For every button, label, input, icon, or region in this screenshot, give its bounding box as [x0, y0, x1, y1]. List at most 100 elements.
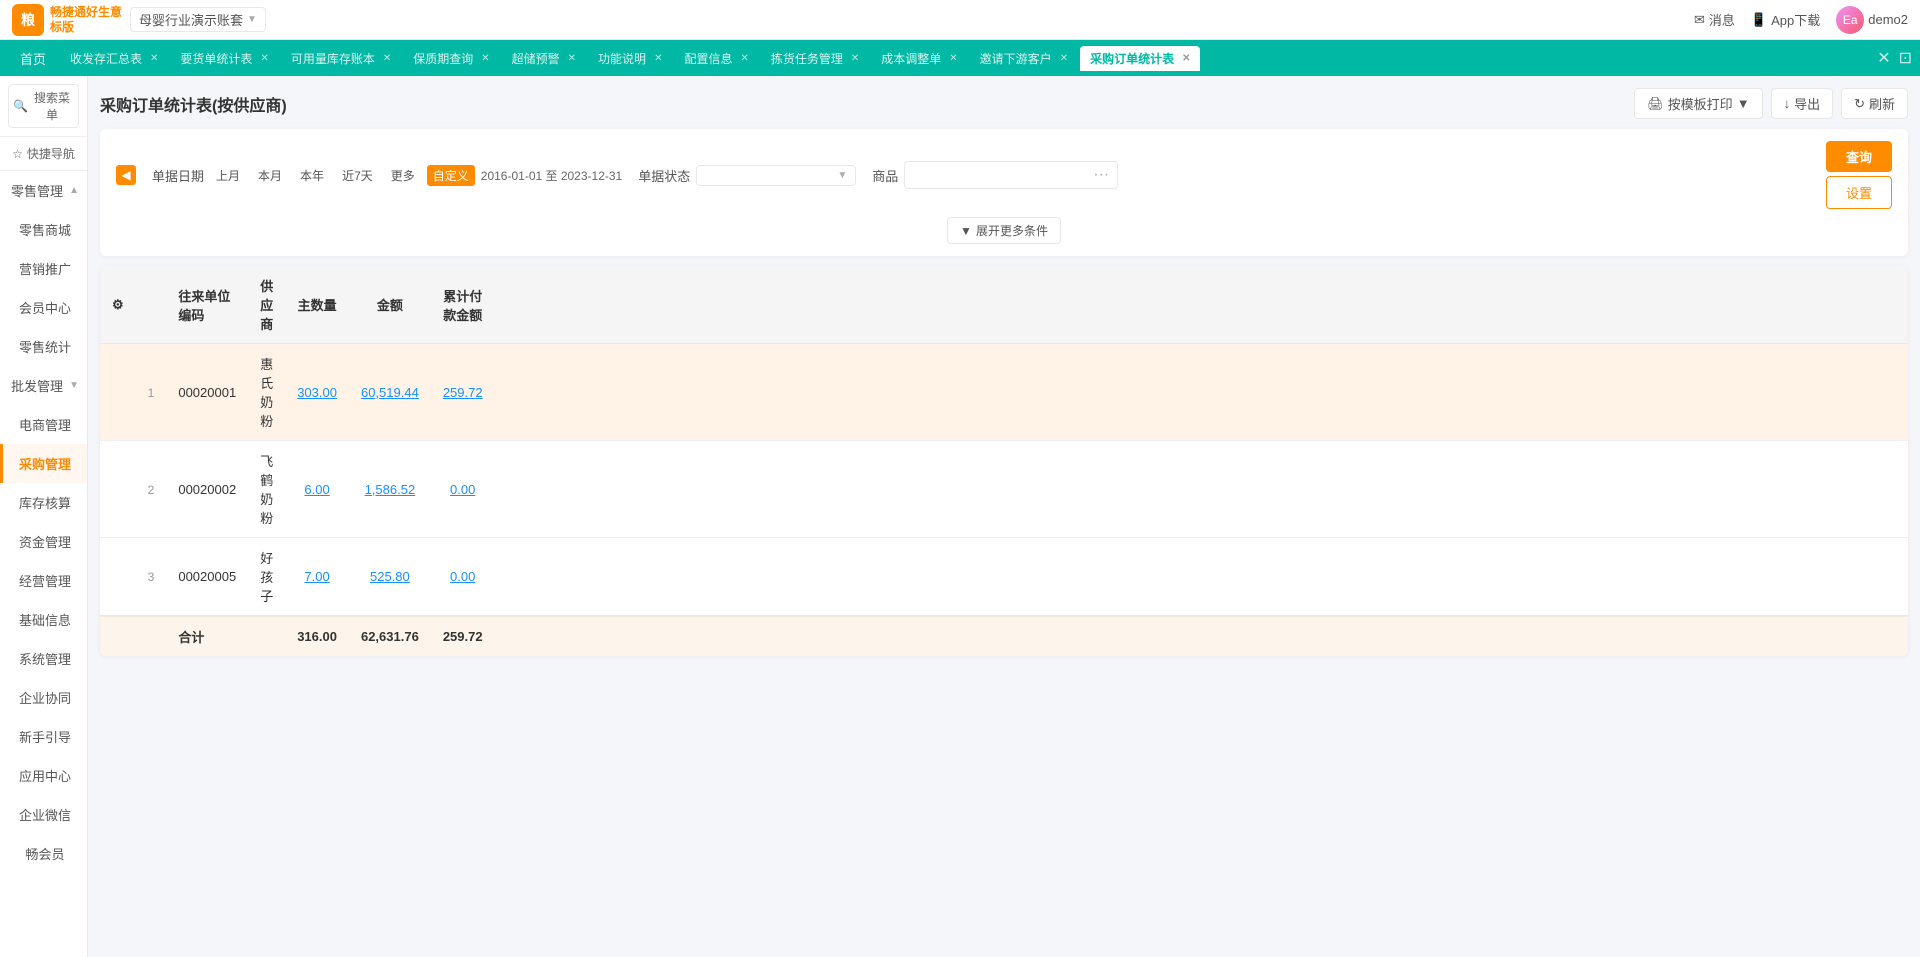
refresh-button[interactable]: ↻ 刷新 [1841, 88, 1908, 119]
setting-button[interactable]: 设置 [1826, 176, 1892, 209]
tab-home[interactable]: 首页 [8, 45, 58, 72]
td-quantity-1[interactable]: 303.00 [285, 344, 349, 441]
th-rownum [136, 266, 167, 344]
date-shortcut-7days[interactable]: 近7天 [336, 165, 379, 186]
sidebar-item-jingguanli[interactable]: 经营管理 [0, 561, 87, 600]
date-shortcut-last-month[interactable]: 上月 [210, 165, 246, 186]
tab-peizhi[interactable]: 配置信息 ✕ [674, 46, 758, 71]
date-shortcut-this-year[interactable]: 本年 [294, 165, 330, 186]
app-download-button[interactable]: 📱 App下载 [1751, 10, 1820, 29]
close-icon[interactable]: ✕ [568, 53, 576, 64]
message-icon: ✉ [1694, 12, 1705, 28]
close-window-icon[interactable]: ✕ [1877, 48, 1890, 68]
tab-chengben[interactable]: 成本调整单 ✕ [871, 46, 967, 71]
sidebar-item-pifaguanli[interactable]: 批发管理 ▼ [0, 366, 87, 405]
expand-row: ▼ 展开更多条件 [116, 217, 1892, 244]
td-paid-1[interactable]: 259.72 [431, 344, 495, 441]
td-paid-3[interactable]: 0.00 [431, 538, 495, 617]
td-supplier-3: 好孩子 [248, 538, 285, 617]
search-menu-button[interactable]: 🔍 搜索菜单 [8, 84, 79, 128]
sidebar-item-lingshoushutj[interactable]: 零售统计 [0, 327, 87, 366]
page-actions: 🖨 按模板打印 ▼ ↓ 导出 ↻ 刷新 [1634, 88, 1908, 119]
td-settings-3 [100, 538, 136, 617]
chevron-up-icon: ▲ [69, 185, 79, 196]
date-shortcut-more[interactable]: 更多 [385, 165, 421, 186]
export-icon: ↓ [1784, 96, 1791, 111]
user-profile[interactable]: Ea demo2 [1836, 6, 1908, 34]
close-icon[interactable]: ✕ [740, 53, 748, 64]
td-quantity-2[interactable]: 6.00 [285, 441, 349, 538]
sidebar-item-jichuxxinxi[interactable]: 基础信息 [0, 600, 87, 639]
table-row: 2 00020002 飞鹤奶粉 6.00 1,586.52 0.00 [100, 441, 1908, 538]
close-icon[interactable]: ✕ [481, 53, 489, 64]
td-paid-2[interactable]: 0.00 [431, 441, 495, 538]
sidebar-item-changhuyuan[interactable]: 畅会员 [0, 834, 87, 873]
sidebar-item-quick-nav[interactable]: ☆ 快捷导航 [0, 137, 87, 171]
message-button[interactable]: ✉ 消息 [1694, 10, 1735, 29]
td-extra-1 [495, 344, 1908, 441]
sidebar-item-lingshoushangcheng[interactable]: 零售商城 [0, 210, 87, 249]
sidebar-item-yingxiao[interactable]: 营销推广 [0, 249, 87, 288]
sidebar-item-kuchenheja[interactable]: 库存核算 [0, 483, 87, 522]
expand-more-button[interactable]: ▼ 展开更多条件 [947, 217, 1061, 244]
filter-actions: 查询 设置 [1826, 141, 1892, 209]
close-icon[interactable]: ✕ [150, 53, 158, 64]
sidebar-item-huiyuan[interactable]: 会员中心 [0, 288, 87, 327]
top-bar: 粮 畅捷通好生意 标版 母婴行业演示账套 ▼ ✉ 消息 📱 App下载 Ea d… [0, 0, 1920, 40]
export-button[interactable]: ↓ 导出 [1771, 88, 1834, 119]
goods-input[interactable]: ··· [904, 161, 1118, 189]
td-quantity-3[interactable]: 7.00 [285, 538, 349, 617]
workspace-selector[interactable]: 母婴行业演示账套 ▼ [130, 7, 266, 32]
td-settings-1 [100, 344, 136, 441]
status-select[interactable]: ▼ [696, 165, 856, 186]
date-label: 单据日期 [152, 166, 204, 185]
sidebar-item-qiyexietong[interactable]: 企业协同 [0, 678, 87, 717]
tab-yaoqing[interactable]: 邀请下游客户 ✕ [970, 46, 1078, 71]
download-icon: 📱 [1751, 12, 1767, 28]
filter-goods-item: 商品 ··· [872, 161, 1118, 189]
td-amount-3[interactable]: 525.80 [349, 538, 431, 617]
close-icon[interactable]: ✕ [654, 53, 662, 64]
date-shortcut-this-month[interactable]: 本月 [252, 165, 288, 186]
tab-shoufah[interactable]: 收发存汇总表 ✕ [60, 46, 168, 71]
tfoot-empty2 [136, 616, 167, 656]
close-icon[interactable]: ✕ [949, 53, 957, 64]
date-shortcut-custom[interactable]: 自定义 [427, 165, 475, 186]
th-code: 往来单位编码 [166, 266, 248, 344]
sidebar-item-xinshouyindao[interactable]: 新手引导 [0, 717, 87, 756]
settings-icon[interactable]: ⚙ [112, 297, 124, 312]
maximize-icon[interactable]: ⊡ [1899, 48, 1912, 68]
td-amount-1[interactable]: 60,519.44 [349, 344, 431, 441]
collapse-arrow[interactable]: ◀ [116, 165, 136, 185]
tab-gongneng[interactable]: 功能说明 ✕ [588, 46, 672, 71]
page-title: 采购订单统计表(按供应商) [100, 92, 287, 116]
sidebar-item-zijinguanli[interactable]: 资金管理 [0, 522, 87, 561]
top-bar-right: ✉ 消息 📱 App下载 Ea demo2 [1694, 6, 1908, 34]
close-icon[interactable]: ✕ [1060, 53, 1068, 64]
sidebar-item-caigouguanli[interactable]: 采购管理 [0, 444, 87, 483]
chevron-down-icon: ▼ [69, 380, 79, 391]
close-icon[interactable]: ✕ [851, 53, 859, 64]
goods-label: 商品 [872, 166, 898, 185]
status-chevron-icon: ▼ [837, 170, 847, 181]
tab-keyongliang[interactable]: 可用量库存账本 ✕ [281, 46, 401, 71]
goods-more-icon[interactable]: ··· [1093, 166, 1109, 184]
tab-chaochuyujing[interactable]: 超储预警 ✕ [502, 46, 586, 71]
td-supplier-2: 飞鹤奶粉 [248, 441, 285, 538]
query-button[interactable]: 查询 [1826, 141, 1892, 172]
print-button[interactable]: 🖨 按模板打印 ▼ [1634, 88, 1762, 119]
tab-yaohuo[interactable]: 要货单统计表 ✕ [170, 46, 278, 71]
tab-zhuohuo[interactable]: 拣货任务管理 ✕ [761, 46, 869, 71]
tab-caigou[interactable]: 采购订单统计表 ✕ [1080, 46, 1200, 71]
tab-baoguan[interactable]: 保质期查询 ✕ [403, 46, 499, 71]
sidebar-item-xitongguanli[interactable]: 系统管理 [0, 639, 87, 678]
close-icon[interactable]: ✕ [383, 53, 391, 64]
close-icon[interactable]: ✕ [260, 53, 268, 64]
sidebar-item-qiyewechat[interactable]: 企业微信 [0, 795, 87, 834]
logo-icon: 粮 [12, 4, 44, 36]
sidebar-item-yingyongzhongxin[interactable]: 应用中心 [0, 756, 87, 795]
close-icon[interactable]: ✕ [1182, 53, 1190, 64]
td-amount-2[interactable]: 1,586.52 [349, 441, 431, 538]
sidebar-item-diangshangguanli[interactable]: 电商管理 [0, 405, 87, 444]
sidebar-item-lingshouguan[interactable]: 零售管理 ▲ [0, 171, 87, 210]
